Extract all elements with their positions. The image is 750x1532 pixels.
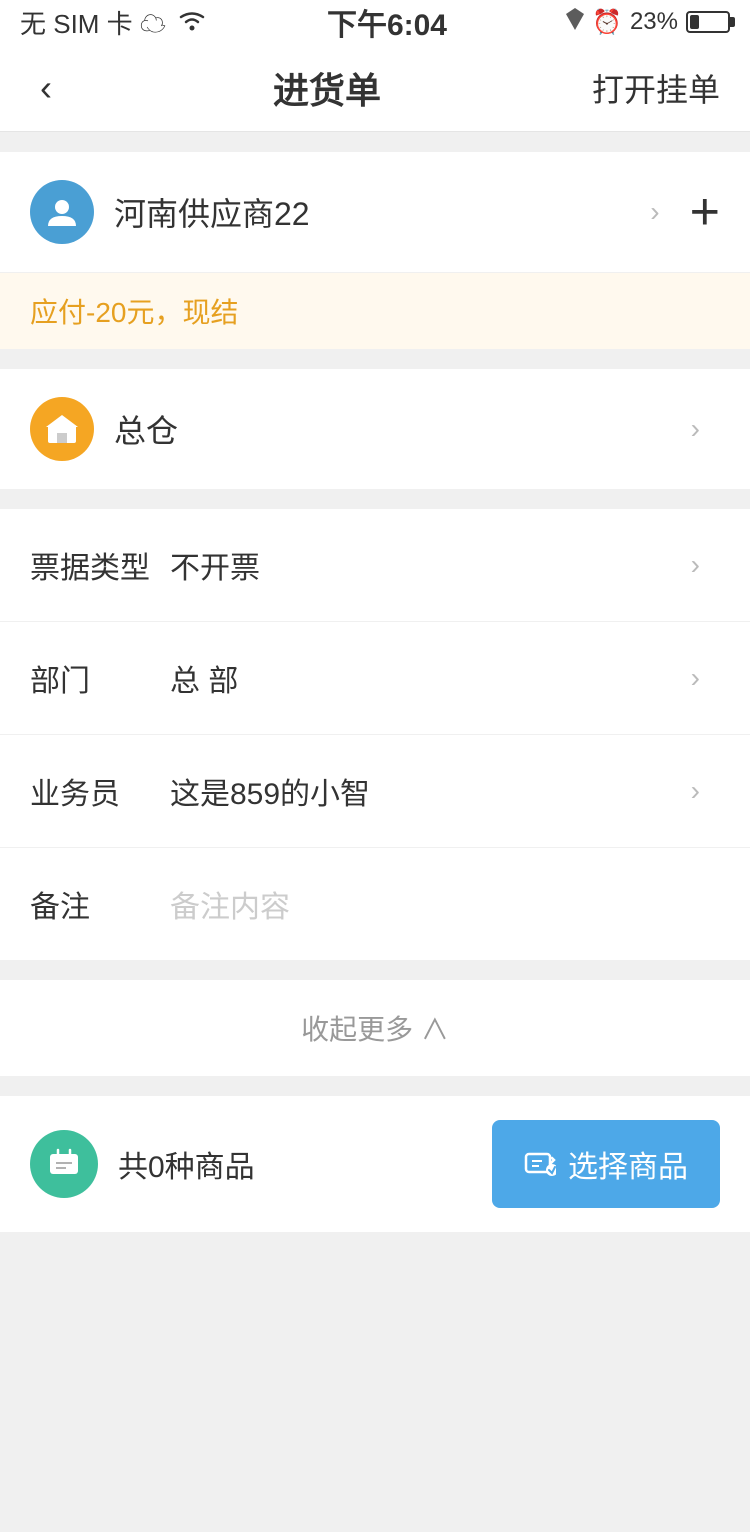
salesman-chevron-icon: › bbox=[691, 775, 700, 807]
salesman-value: 这是859的小智 bbox=[170, 769, 691, 813]
supplier-row[interactable]: 河南供应商22 › + bbox=[0, 152, 750, 273]
open-pending-button[interactable]: 打开挂单 bbox=[592, 65, 720, 111]
ticket-type-label: 票据类型 bbox=[30, 543, 170, 587]
battery-percent: 23% bbox=[630, 8, 678, 36]
ticket-type-row[interactable]: 票据类型 不开票 › bbox=[0, 509, 750, 622]
department-chevron-icon: › bbox=[691, 662, 700, 694]
salesman-label: 业务员 bbox=[30, 769, 170, 813]
form-card: 票据类型 不开票 › 部门 总 部 › 业务员 这是859的小智 › 备注 备注… bbox=[0, 509, 750, 960]
content-area: 河南供应商22 › + 应付-20元，现结 + 总仓 › 票据类型 不开票 › … bbox=[0, 152, 750, 1532]
warehouse-icon bbox=[30, 397, 94, 461]
department-row[interactable]: 部门 总 部 › bbox=[0, 622, 750, 735]
alarm-icon: ⏰ bbox=[592, 8, 622, 37]
back-button[interactable]: ‹ bbox=[30, 57, 62, 119]
empty-area bbox=[0, 1232, 750, 1532]
product-icon bbox=[30, 1130, 98, 1198]
ticket-type-value: 不开票 bbox=[170, 543, 691, 587]
nav-bar: ‹ 进货单 打开挂单 bbox=[0, 44, 750, 132]
bottom-bar: 共0种商品 选择商品 bbox=[0, 1096, 750, 1232]
wifi-icon bbox=[176, 7, 208, 38]
status-right: ⏰ 23% bbox=[566, 8, 730, 37]
select-product-label: 选择商品 bbox=[568, 1142, 688, 1186]
sim-label: 无 SIM 卡 ☁ bbox=[20, 4, 166, 41]
supplier-name: 河南供应商22 bbox=[114, 189, 650, 235]
warehouse-name: 总仓 bbox=[114, 406, 691, 452]
product-info: 共0种商品 bbox=[30, 1130, 255, 1198]
supplier-card: 河南供应商22 › + 应付-20元，现结 bbox=[0, 152, 750, 349]
ticket-type-chevron-icon: › bbox=[691, 549, 700, 581]
warehouse-chevron-icon: › bbox=[691, 413, 700, 445]
status-time: 下午6:04 bbox=[327, 0, 447, 44]
department-label: 部门 bbox=[30, 656, 170, 700]
remark-input[interactable]: 备注内容 bbox=[170, 882, 720, 926]
remark-row[interactable]: 备注 备注内容 bbox=[0, 848, 750, 960]
status-left: 无 SIM 卡 ☁ bbox=[20, 4, 208, 41]
supplier-notice: 应付-20元，现结 bbox=[0, 273, 750, 349]
product-count: 共0种商品 bbox=[118, 1142, 255, 1186]
select-product-button[interactable]: 选择商品 bbox=[492, 1120, 720, 1208]
collapse-toggle[interactable]: 收起更多 ∧ bbox=[0, 980, 750, 1076]
warehouse-row[interactable]: 总仓 › bbox=[0, 369, 750, 489]
department-value: 总 部 bbox=[170, 656, 691, 700]
status-bar: 无 SIM 卡 ☁ 下午6:04 ⏰ 23% bbox=[0, 0, 750, 44]
select-product-icon bbox=[524, 1148, 556, 1180]
remark-label: 备注 bbox=[30, 882, 170, 926]
supplier-chevron-icon: › bbox=[650, 196, 659, 228]
salesman-row[interactable]: 业务员 这是859的小智 › bbox=[0, 735, 750, 848]
add-supplier-button[interactable]: + bbox=[690, 182, 720, 242]
battery-icon bbox=[686, 11, 730, 33]
supplier-avatar bbox=[30, 180, 94, 244]
location-icon bbox=[566, 8, 584, 37]
page-title: 进货单 bbox=[273, 62, 381, 114]
